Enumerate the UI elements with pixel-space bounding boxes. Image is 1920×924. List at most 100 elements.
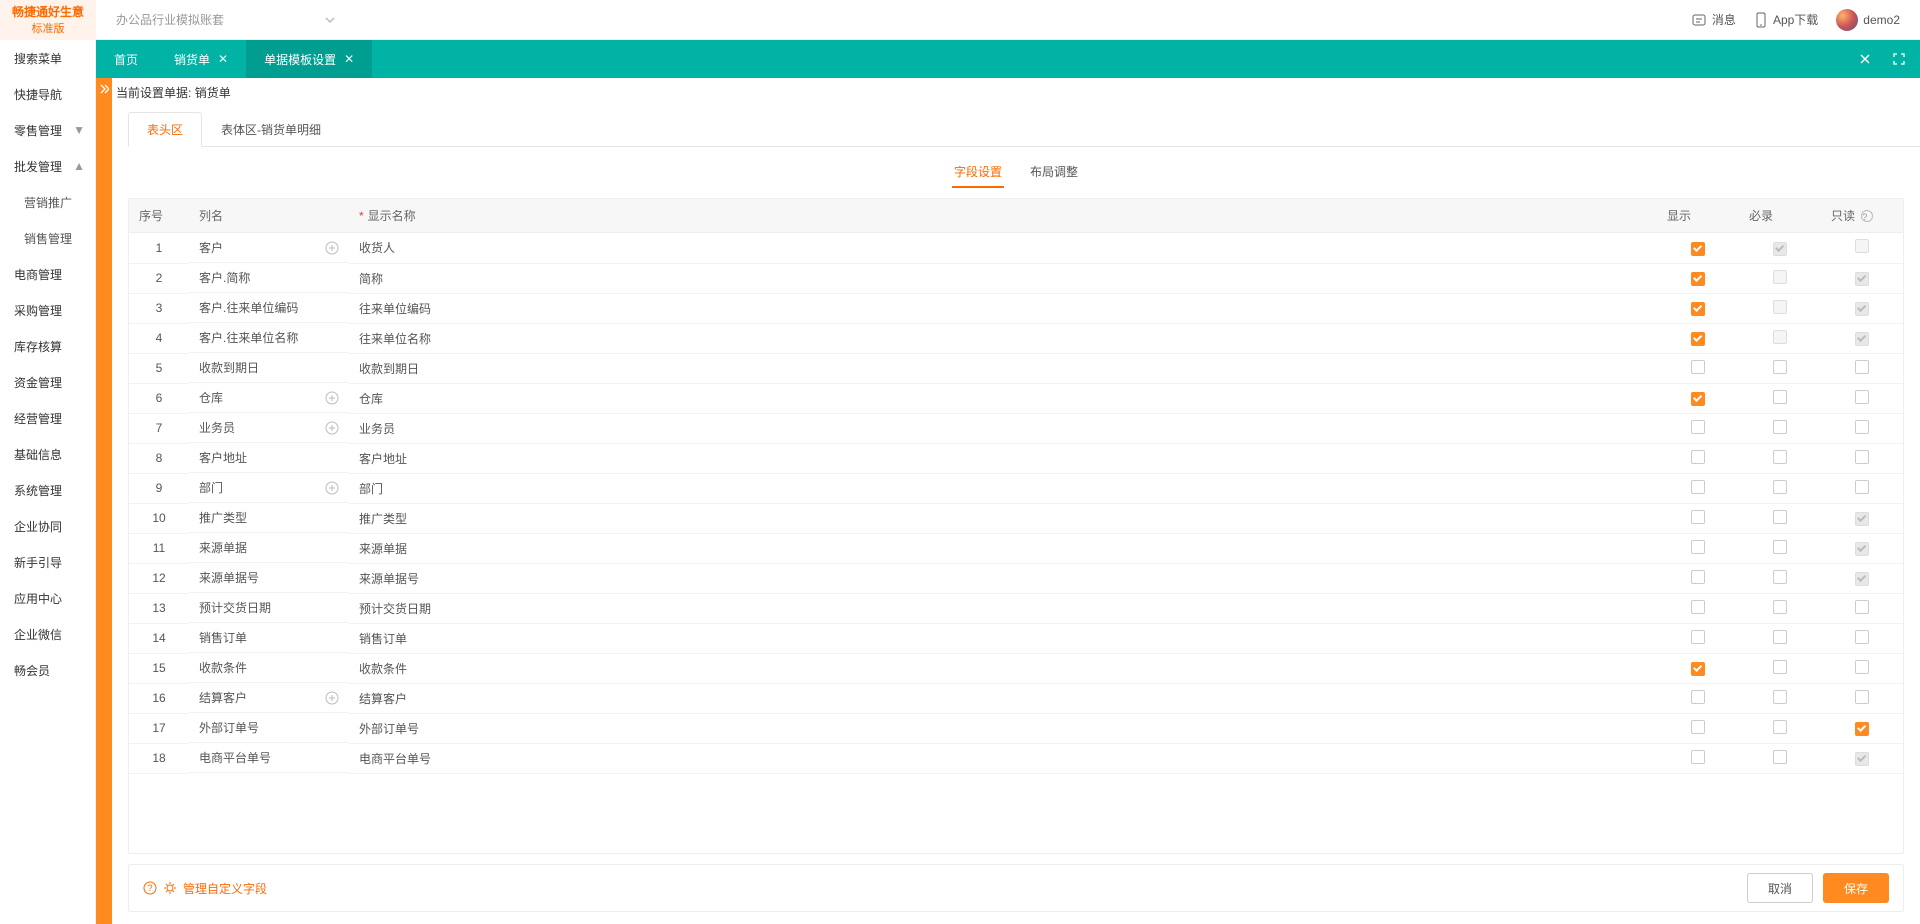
expand-icon[interactable] <box>325 240 339 255</box>
sidebar-item-16[interactable]: 企业微信 <box>0 616 95 652</box>
sidebar-item-4[interactable]: 营销推广 <box>0 184 95 220</box>
checkbox[interactable] <box>1691 720 1705 734</box>
sub-tab-0[interactable]: 字段设置 <box>952 157 1004 188</box>
checkbox[interactable] <box>1773 720 1787 734</box>
checkbox[interactable] <box>1691 450 1705 464</box>
sidebar-item-10[interactable]: 经营管理 <box>0 400 95 436</box>
checkbox[interactable] <box>1855 390 1869 404</box>
sidebar-item-0[interactable]: 搜索菜单 <box>0 40 95 76</box>
checkbox[interactable] <box>1855 660 1869 674</box>
checkbox[interactable] <box>1691 570 1705 584</box>
checkbox[interactable] <box>1691 332 1705 346</box>
sidebar-item-13[interactable]: 企业协同 <box>0 508 95 544</box>
cell-display[interactable]: 部门 <box>349 473 1657 503</box>
cancel-button[interactable]: 取消 <box>1747 873 1813 903</box>
cell-display[interactable]: 仓库 <box>349 383 1657 413</box>
checkbox[interactable] <box>1691 420 1705 434</box>
checkbox[interactable] <box>1691 360 1705 374</box>
cell-display[interactable]: 来源单据号 <box>349 563 1657 593</box>
help-icon[interactable]: ? <box>1861 210 1873 222</box>
cell-display[interactable]: 电商平台单号 <box>349 743 1657 773</box>
checkbox[interactable] <box>1773 480 1787 494</box>
cell-display[interactable]: 业务员 <box>349 413 1657 443</box>
tab-0[interactable]: 首页 <box>96 40 156 78</box>
cell-display[interactable]: 来源单据 <box>349 533 1657 563</box>
save-button[interactable]: 保存 <box>1823 873 1889 903</box>
sidebar-item-5[interactable]: 销售管理 <box>0 220 95 256</box>
sidebar-item-8[interactable]: 库存核算 <box>0 328 95 364</box>
cell-display[interactable]: 往来单位编码 <box>349 293 1657 323</box>
checkbox[interactable] <box>1773 450 1787 464</box>
checkbox[interactable] <box>1691 690 1705 704</box>
sidebar-item-1[interactable]: 快捷导航 <box>0 76 95 112</box>
cell-display[interactable]: 收款到期日 <box>349 353 1657 383</box>
checkbox[interactable] <box>1773 600 1787 614</box>
cell-display[interactable]: 推广类型 <box>349 503 1657 533</box>
checkbox[interactable] <box>1855 690 1869 704</box>
checkbox[interactable] <box>1691 272 1705 286</box>
cell-display[interactable]: 预计交货日期 <box>349 593 1657 623</box>
checkbox[interactable] <box>1691 600 1705 614</box>
checkbox[interactable] <box>1855 480 1869 494</box>
user-menu[interactable]: demo2 <box>1836 9 1900 31</box>
cell-display[interactable]: 收款条件 <box>349 653 1657 683</box>
checkbox[interactable] <box>1855 600 1869 614</box>
sidebar-item-2[interactable]: 零售管理▼ <box>0 112 95 148</box>
checkbox[interactable] <box>1773 750 1787 764</box>
checkbox[interactable] <box>1691 630 1705 644</box>
sidebar-item-3[interactable]: 批发管理▲ <box>0 148 95 184</box>
checkbox[interactable] <box>1773 390 1787 404</box>
collapse-strip[interactable] <box>96 78 112 924</box>
checkbox[interactable] <box>1773 420 1787 434</box>
sidebar-item-12[interactable]: 系统管理 <box>0 472 95 508</box>
close-all-icon[interactable] <box>1852 46 1878 72</box>
app-download-button[interactable]: App下载 <box>1754 11 1818 28</box>
tab-2[interactable]: 单据模板设置✕ <box>246 40 372 78</box>
checkbox[interactable] <box>1691 480 1705 494</box>
checkbox[interactable] <box>1855 630 1869 644</box>
sidebar-item-9[interactable]: 资金管理 <box>0 364 95 400</box>
sidebar-item-17[interactable]: 畅会员 <box>0 652 95 688</box>
checkbox[interactable] <box>1691 540 1705 554</box>
fullscreen-icon[interactable] <box>1886 46 1912 72</box>
cell-display[interactable]: 销售订单 <box>349 623 1657 653</box>
cell-display[interactable]: 收货人 <box>349 233 1657 264</box>
checkbox[interactable] <box>1691 510 1705 524</box>
expand-icon[interactable] <box>325 420 339 435</box>
checkbox[interactable] <box>1691 392 1705 406</box>
checkbox[interactable] <box>1855 450 1869 464</box>
close-icon[interactable]: ✕ <box>344 52 354 66</box>
inner-tab-0[interactable]: 表头区 <box>128 112 202 147</box>
message-button[interactable]: 消息 <box>1691 11 1736 28</box>
sidebar-item-14[interactable]: 新手引导 <box>0 544 95 580</box>
checkbox[interactable] <box>1691 302 1705 316</box>
checkbox[interactable] <box>1691 242 1705 256</box>
checkbox[interactable] <box>1855 420 1869 434</box>
sidebar-item-15[interactable]: 应用中心 <box>0 580 95 616</box>
cell-display[interactable]: 外部订单号 <box>349 713 1657 743</box>
expand-icon[interactable] <box>325 480 339 495</box>
checkbox[interactable] <box>1773 690 1787 704</box>
sub-tab-1[interactable]: 布局调整 <box>1028 157 1080 188</box>
account-selector[interactable]: 办公品行业模拟账套 <box>116 11 336 28</box>
expand-icon[interactable] <box>325 690 339 705</box>
checkbox[interactable] <box>1773 360 1787 374</box>
sidebar-item-11[interactable]: 基础信息 <box>0 436 95 472</box>
cell-display[interactable]: 客户地址 <box>349 443 1657 473</box>
sidebar-item-7[interactable]: 采购管理 <box>0 292 95 328</box>
inner-tab-1[interactable]: 表体区-销货单明细 <box>202 112 340 146</box>
checkbox[interactable] <box>1855 360 1869 374</box>
checkbox[interactable] <box>1773 510 1787 524</box>
cell-display[interactable]: 往来单位名称 <box>349 323 1657 353</box>
tab-1[interactable]: 销货单✕ <box>156 40 246 78</box>
checkbox[interactable] <box>1773 540 1787 554</box>
checkbox[interactable] <box>1691 750 1705 764</box>
checkbox[interactable] <box>1773 630 1787 644</box>
expand-icon[interactable] <box>325 390 339 405</box>
cell-display[interactable]: 简称 <box>349 263 1657 293</box>
checkbox[interactable] <box>1773 570 1787 584</box>
sidebar-item-6[interactable]: 电商管理 <box>0 256 95 292</box>
checkbox[interactable] <box>1691 662 1705 676</box>
close-icon[interactable]: ✕ <box>218 52 228 66</box>
manage-custom-fields-link[interactable]: ? 管理自定义字段 <box>143 880 267 897</box>
